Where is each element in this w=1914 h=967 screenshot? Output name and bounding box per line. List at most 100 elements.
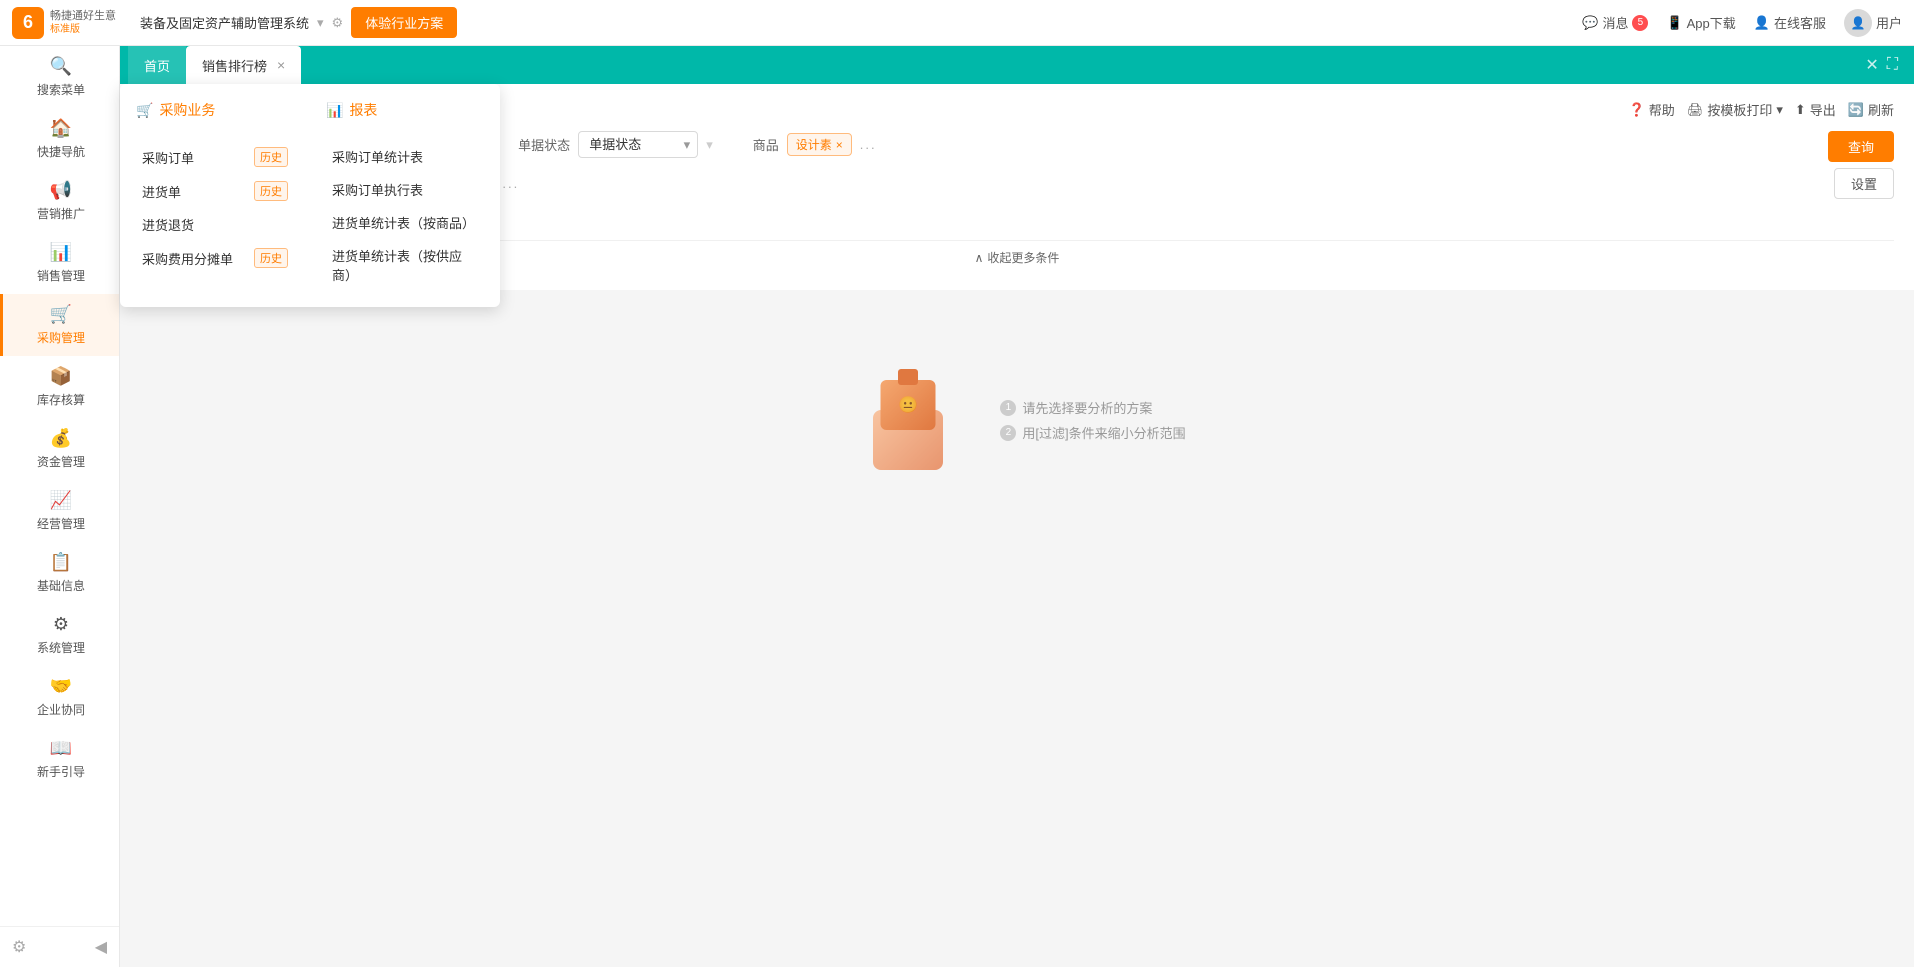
message-item[interactable]: 💬 消息 5 [1582,13,1648,32]
sidebar: 🔍 搜索菜单 🏠 快捷导航 📢 营销推广 📊 销售管理 🛒 采购管理 📦 库存核… [0,46,120,967]
window-close-icon[interactable]: ✕ [1865,55,1878,75]
menu-item-po-summary[interactable]: 采购订单统计表 [326,140,484,173]
app-download-label: App下载 [1687,13,1736,32]
menu-item-goods-return[interactable]: 进货退货 [136,208,294,241]
sidebar-item-label: 基础信息 [37,577,85,594]
menu-item-goods-by-product[interactable]: 进货单统计表（按商品） [326,206,484,239]
menu-item-goods-by-supplier[interactable]: 进货单统计表（按供应商） [326,239,484,291]
tip-label-1: 请先选择要分析的方案 [1022,398,1152,417]
menu-item-goods-received[interactable]: 进货单 历史 [136,174,294,208]
menu-item-purchase-order[interactable]: 采购订单 历史 [136,140,294,174]
sidebar-item-quick[interactable]: 🏠 快捷导航 [0,108,119,170]
bill-status-select[interactable]: 单据状态 [578,131,698,158]
tab-active-label: 销售排行榜 [202,56,267,75]
tab-sales-ranking[interactable]: 销售排行榜 × [186,46,301,84]
goods-dots[interactable]: ... [860,137,877,152]
footer-settings-icon[interactable]: ⚙ [12,937,26,957]
sidebar-item-operation[interactable]: 📈 经营管理 [0,480,119,542]
goods-label: 商品 [753,135,779,154]
bill-status-label: 单据状态 [518,135,570,154]
purchase-section-label: 采购业务 [159,100,215,120]
collapse-up-icon: ∧ [975,251,984,265]
topbar-right: 💬 消息 5 📱 App下载 👤 在线客服 👤 用户 [1582,9,1902,37]
dropdown-arrow-icon[interactable]: ▾ [317,15,324,31]
refresh-item[interactable]: 🔄 刷新 [1848,100,1894,119]
query-btn[interactable]: 查询 [1828,131,1894,162]
help-label: 帮助 [1649,100,1675,119]
window-resize-icon[interactable]: ⛶ [1887,56,1898,74]
tip-num-1: 1 [1000,400,1016,416]
industry-btn[interactable]: 体验行业方案 [351,7,457,38]
tab-home[interactable]: 首页 [128,46,186,84]
system-icon: ⚙ [53,614,69,635]
sidebar-item-label: 资金管理 [37,453,85,470]
menu-item-label: 进货单统计表（按供应商） [332,246,478,284]
sidebar-item-sales[interactable]: 📊 销售管理 [0,232,119,294]
purchase-icon: 🛒 [50,304,72,325]
refresh-icon: 🔄 [1848,102,1864,118]
tabbar: 首页 销售排行榜 × ✕ ⛶ [120,46,1914,84]
menu-item-purchase-cost[interactable]: 采购费用分摊单 历史 [136,241,294,275]
sidebar-item-label: 营销推广 [37,205,85,222]
bill-status-filter: 单据状态 单据状态 ▾ [518,131,713,158]
purchase-section: 🛒 采购业务 采购订单 历史 进货单 历史 进货退货 采购费用分摊单 历史 [136,100,294,291]
refresh-label: 刷新 [1868,100,1894,119]
sidebar-item-system[interactable]: ⚙ 系统管理 [0,604,119,666]
sidebar-item-label: 销售管理 [37,267,85,284]
footer-collapse-icon[interactable]: ◀ [95,937,107,957]
report-section-label: 报表 [349,100,377,120]
marketing-icon: 📢 [50,180,72,201]
settings-gear-icon[interactable]: ⚙ [332,15,344,31]
sidebar-item-label: 新手引导 [37,763,85,780]
menu-item-label: 采购订单统计表 [332,147,423,166]
menu-item-po-exec[interactable]: 采购订单执行表 [326,173,484,206]
sidebar-item-label: 采购管理 [37,329,85,346]
system-title: 装备及固定资产辅助管理系统 [140,13,309,32]
empty-tip-1: 1 请先选择要分析的方案 [1000,398,1185,417]
sidebar-item-label: 库存核算 [37,391,85,408]
tab-home-label: 首页 [144,56,170,75]
logo-text: 畅捷通好生意 标准版 [50,9,116,36]
search-icon: 🔍 [50,56,72,77]
basic-icon: 📋 [50,552,72,573]
sidebar-item-funds[interactable]: 💰 资金管理 [0,418,119,480]
collapse-label: 收起更多条件 [987,249,1059,266]
logo-icon: 6 [12,7,44,39]
sidebar-item-inventory[interactable]: 📦 库存核算 [0,356,119,418]
bill-status-select-wrap: 单据状态 [578,131,698,158]
menu-item-label: 进货退货 [142,215,194,234]
tip-num-2: 2 [1000,425,1016,441]
query-buttons: 查询 设置 [1828,131,1894,199]
message-label: 消息 [1602,13,1628,32]
online-service-label: 在线客服 [1774,13,1826,32]
print-label: 按模板打印 [1707,100,1772,119]
sidebar-item-guide[interactable]: 📖 新手引导 [0,728,119,790]
message-icon: 💬 [1582,15,1598,31]
menu-item-label: 采购订单执行表 [332,180,423,199]
tab-close-icon[interactable]: × [277,57,285,73]
app-download-item[interactable]: 📱 App下载 [1666,13,1735,32]
export-icon: ⬆ [1795,102,1806,118]
online-service-item[interactable]: 👤 在线客服 [1754,13,1826,32]
salesperson-dots[interactable]: ... [502,176,519,191]
sidebar-item-enterprise[interactable]: 🤝 企业协同 [0,666,119,728]
print-item[interactable]: 🖨 按模板打印 ▾ [1687,100,1783,119]
history-badge: 历史 [254,248,288,268]
sidebar-item-label: 搜索菜单 [37,81,85,98]
export-item[interactable]: ⬆ 导出 [1795,100,1836,119]
empty-tip-2: 2 用[过滤]条件来缩小分析范围 [1000,423,1185,442]
setting-btn[interactable]: 设置 [1834,168,1894,199]
logo: 6 畅捷通好生意 标准版 [12,7,132,39]
sidebar-item-label: 企业协同 [37,701,85,718]
help-item[interactable]: ❓ 帮助 [1629,100,1675,119]
sidebar-item-search[interactable]: 🔍 搜索菜单 [0,46,119,108]
sidebar-item-purchase[interactable]: 🛒 采购管理 [0,294,119,356]
enterprise-icon: 🤝 [50,676,72,697]
report-section: 📊 报表 采购订单统计表 采购订单执行表 进货单统计表（按商品） 进货单统计表（… [326,100,484,291]
user-item[interactable]: 👤 用户 [1844,9,1902,37]
sidebar-item-basic[interactable]: 📋 基础信息 [0,542,119,604]
sidebar-item-marketing[interactable]: 📢 营销推广 [0,170,119,232]
guide-icon: 📖 [50,738,72,759]
help-icon: ❓ [1629,102,1645,118]
goods-tag-remove[interactable]: × [836,138,843,152]
